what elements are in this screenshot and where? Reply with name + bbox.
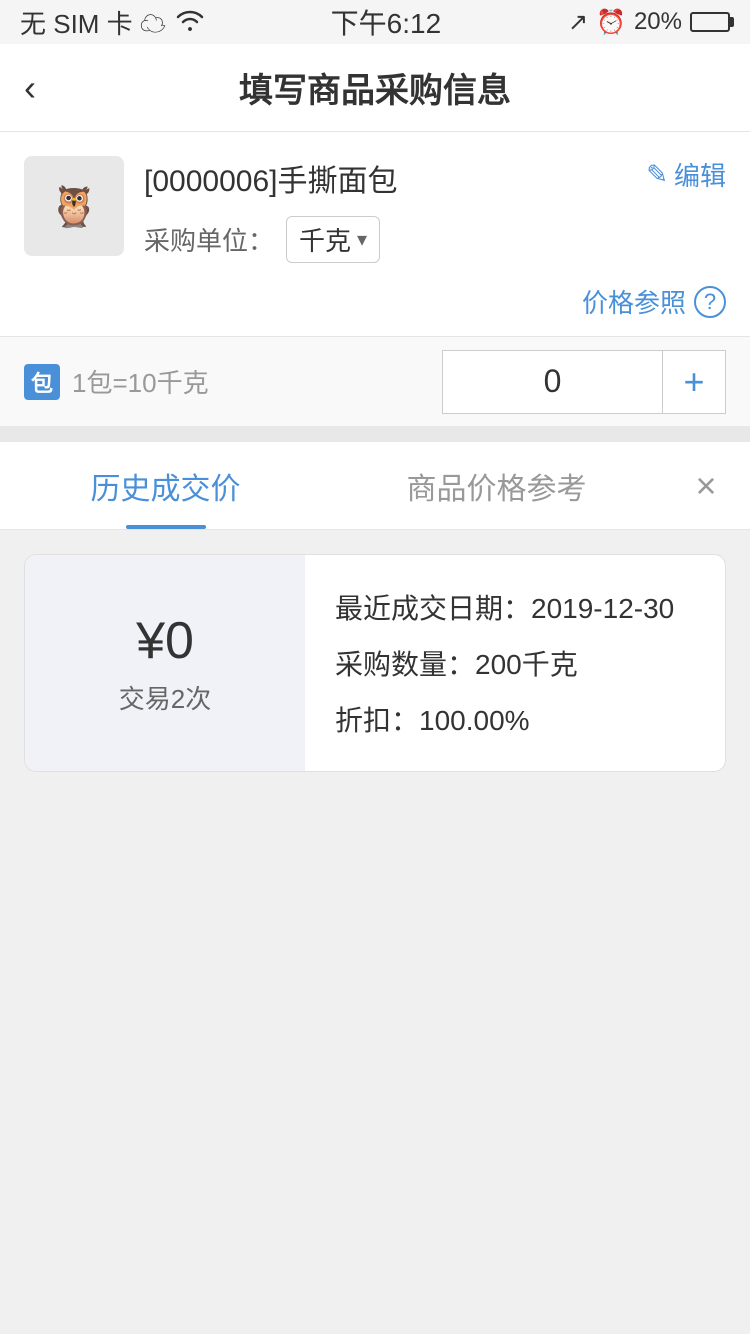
discount-row: 折扣：100.00%	[335, 699, 695, 739]
history-card: ¥0 交易2次 最近成交日期：2019-12-30 采购数量：200千克 折扣：…	[24, 554, 726, 772]
tab-close-button[interactable]: ×	[662, 442, 750, 530]
alarm-icon: ⏰	[596, 8, 626, 37]
wifi-icon	[176, 7, 204, 38]
recent-date-label: 最近成交日期：	[335, 593, 531, 624]
tab-history-label: 历史成交价	[91, 464, 241, 508]
help-icon[interactable]: ?	[694, 286, 726, 318]
location-icon: ↗	[568, 8, 588, 37]
conversion-text: 1包=10千克	[72, 363, 209, 400]
unit-select[interactable]: 千克 ▾	[286, 216, 380, 263]
battery-percent: 20%	[634, 8, 682, 36]
battery-icon	[690, 12, 730, 32]
product-name: [0000006]手撕面包	[144, 156, 646, 200]
purchase-qty-value: 200千克	[475, 649, 578, 680]
edit-icon: ✎	[646, 159, 668, 190]
section-divider	[0, 426, 750, 442]
discount-value: 100.00%	[419, 705, 530, 736]
quantity-input[interactable]	[442, 350, 662, 414]
recent-date-row: 最近成交日期：2019-12-30	[335, 587, 695, 627]
status-time: 下午6:12	[331, 2, 442, 42]
chevron-down-icon: ▾	[357, 227, 367, 252]
product-image: 🦉	[49, 183, 99, 230]
history-detail-section: 最近成交日期：2019-12-30 采购数量：200千克 折扣：100.00%	[305, 555, 725, 771]
unit-value: 千克	[299, 221, 351, 258]
sim-label: 无 SIM 卡 ☁	[20, 4, 166, 41]
recent-date-value: 2019-12-30	[531, 593, 674, 624]
status-right: ↗ ⏰ 20%	[568, 8, 730, 37]
product-thumbnail: 🦉	[24, 156, 124, 256]
tab-product-price[interactable]: 商品价格参考	[331, 442, 662, 529]
tab-history-price[interactable]: 历史成交价	[0, 442, 331, 529]
history-trades-count: 交易2次	[119, 679, 211, 716]
purchase-qty-label: 采购数量：	[335, 649, 475, 680]
tab-active-indicator	[126, 525, 206, 529]
product-info: [0000006]手撕面包 采购单位： 千克 ▾	[144, 156, 646, 263]
edit-button[interactable]: ✎ 编辑	[646, 156, 726, 193]
quantity-row: 包 1包=10千克 +	[0, 336, 750, 426]
discount-label: 折扣：	[335, 705, 419, 736]
quantity-unit-info: 包 1包=10千克	[24, 363, 209, 400]
status-left: 无 SIM 卡 ☁	[20, 4, 204, 41]
history-price-value: ¥0	[136, 611, 194, 671]
quantity-plus-button[interactable]: +	[662, 350, 726, 414]
price-ref-link[interactable]: 价格参照	[582, 283, 686, 320]
tab-bar: 历史成交价 商品价格参考 ×	[0, 442, 750, 530]
product-card: 🦉 [0000006]手撕面包 采购单位： 千克 ▾ ✎ 编辑 价格参照	[0, 132, 750, 336]
page-title: 填写商品采购信息	[239, 63, 511, 112]
purchase-qty-row: 采购数量：200千克	[335, 643, 695, 683]
status-bar: 无 SIM 卡 ☁ 下午6:12 ↗ ⏰ 20%	[0, 0, 750, 44]
history-price-section: ¥0 交易2次	[25, 555, 305, 771]
quantity-control: +	[442, 350, 726, 414]
back-button[interactable]: ‹	[24, 67, 36, 109]
unit-badge: 包	[24, 364, 60, 400]
tab-product-label: 商品价格参考	[407, 464, 587, 508]
history-content: ¥0 交易2次 最近成交日期：2019-12-30 采购数量：200千克 折扣：…	[0, 530, 750, 1130]
nav-bar: ‹ 填写商品采购信息	[0, 44, 750, 132]
unit-label: 采购单位：	[144, 221, 274, 258]
